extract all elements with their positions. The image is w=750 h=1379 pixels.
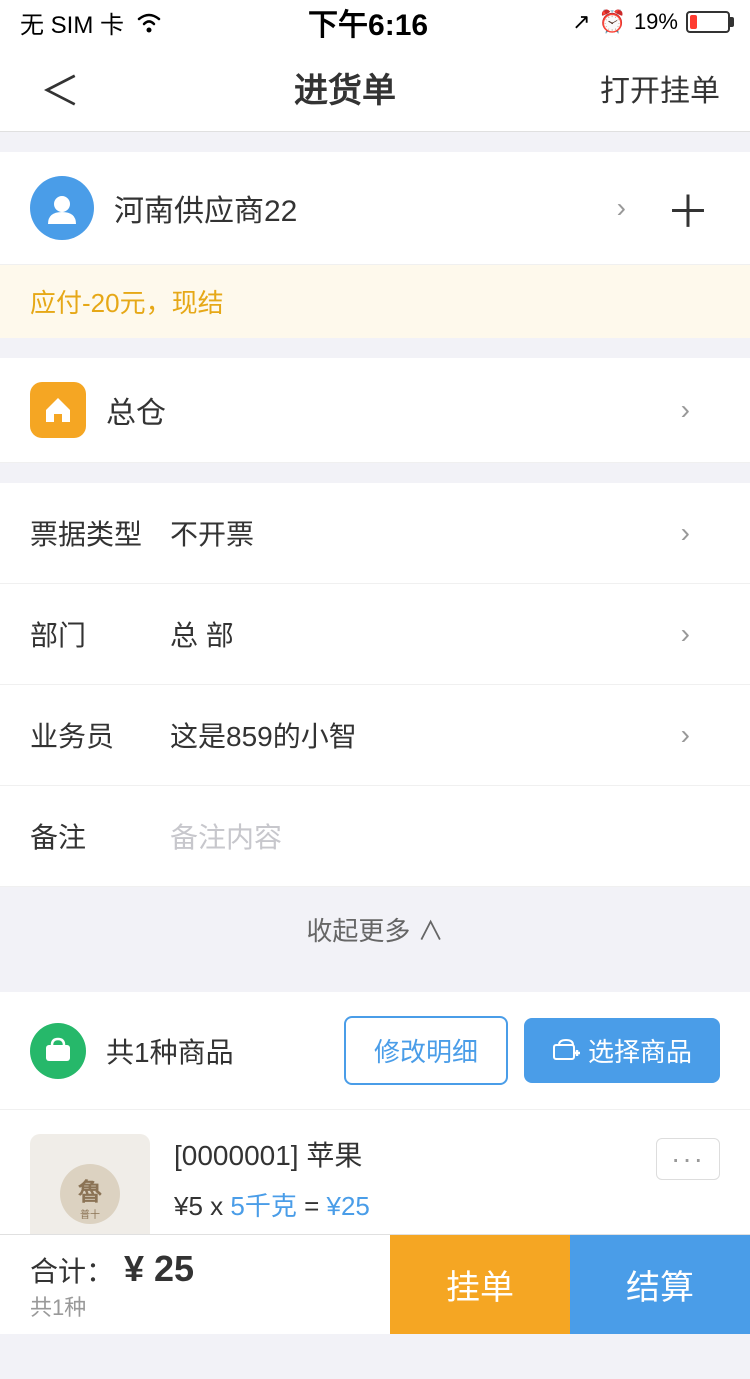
warehouse-name: 总仓 (106, 388, 681, 432)
chevron-right-icon-3: › (681, 517, 690, 549)
notice-text: 应付-20元，现结 (30, 288, 224, 318)
remark-input[interactable]: 备注内容 (170, 816, 720, 856)
supplier-row[interactable]: 河南供应商22 › ＋ (0, 152, 750, 265)
chevron-right-icon-2: › (681, 394, 690, 426)
remark-label: 备注 (30, 816, 170, 856)
cart-icon (42, 1035, 74, 1067)
suspend-button[interactable]: 挂单 (390, 1235, 570, 1334)
product-title: 苹果 (306, 1140, 362, 1171)
warehouse-card: 总仓 › (0, 358, 750, 463)
total-amount: ¥ 25 (124, 1248, 194, 1290)
page-title: 进货单 (294, 63, 396, 112)
back-button[interactable]: ＜ (30, 49, 90, 127)
supplier-card: 河南供应商22 › ＋ 应付-20元，现结 (0, 152, 750, 338)
svg-text:普十: 普十 (80, 1208, 100, 1221)
total-label: 合计： ¥ 25 (30, 1248, 360, 1290)
salesman-label: 业务员 (30, 715, 170, 755)
dept-label: 部门 (30, 614, 170, 654)
invoice-value: 不开票 (170, 513, 681, 553)
product-name: [0000001] 苹果 (174, 1134, 632, 1174)
total-price: ¥25 (327, 1191, 370, 1221)
form-card: 票据类型 不开票 › 部门 总 部 › 业务员 这是859的小智 › 备注 备注… (0, 483, 750, 887)
salesman-row[interactable]: 业务员 这是859的小智 › (0, 685, 750, 786)
wifi-icon (134, 11, 164, 33)
product-menu: ··· (656, 1134, 720, 1180)
total-section: 合计： ¥ 25 共1种 (0, 1235, 390, 1334)
product-info: [0000001] 苹果 ¥5 x 5千克 = ¥25 (174, 1134, 632, 1223)
person-icon (44, 190, 80, 226)
chevron-right-icon-5: › (681, 719, 690, 751)
home-icon (42, 394, 74, 426)
collapse-toggle[interactable]: 收起更多 ∧ (0, 887, 750, 972)
cart-add-icon (552, 1037, 580, 1065)
select-product-button[interactable]: 选择商品 (524, 1018, 720, 1083)
chevron-right-icon-4: › (681, 618, 690, 650)
products-icon (30, 1023, 86, 1079)
divider-2 (0, 338, 750, 358)
select-product-label: 选择商品 (588, 1032, 692, 1069)
product-code: [0000001] (174, 1140, 306, 1171)
collapse-label: 收起更多 ∧ (306, 911, 443, 948)
total-prefix: 合计： (30, 1250, 114, 1290)
divider-3 (0, 463, 750, 483)
divider-1 (0, 132, 750, 152)
alarm-icon: ⏰ (599, 9, 626, 35)
dept-value: 总 部 (170, 614, 681, 654)
notice-banner: 应付-20元，现结 (0, 265, 750, 338)
product-price: ¥5 x 5千克 = ¥25 (174, 1186, 632, 1223)
supplier-name: 河南供应商22 (114, 186, 617, 230)
unit-price: ¥5 x (174, 1191, 230, 1221)
warehouse-row[interactable]: 总仓 › (0, 358, 750, 463)
products-header: 共1种商品 修改明细 选择商品 (0, 992, 750, 1110)
quantity: 5千克 (230, 1191, 296, 1221)
checkout-button[interactable]: 结算 (570, 1235, 750, 1334)
more-options-button[interactable]: ··· (656, 1138, 720, 1180)
product-image: 魯 普十 (50, 1154, 130, 1234)
divider-4 (0, 972, 750, 992)
bottom-bar: 合计： ¥ 25 共1种 挂单 结算 (0, 1234, 750, 1334)
status-right: ↗ ⏰ 19% (572, 9, 730, 35)
open-pending-button[interactable]: 打开挂单 (600, 66, 720, 110)
chevron-right-icon: › (617, 192, 626, 224)
battery-percent: 19% (634, 9, 678, 35)
total-sub: 共1种 (30, 1290, 360, 1322)
status-time: 下午6:16 (308, 0, 428, 44)
carrier-label: 无 SIM 卡 (20, 5, 124, 40)
salesman-value: 这是859的小智 (170, 715, 681, 755)
invoice-row[interactable]: 票据类型 不开票 › (0, 483, 750, 584)
warehouse-icon (30, 382, 86, 438)
battery-icon (686, 11, 730, 33)
add-button[interactable]: ＋ (656, 176, 720, 240)
location-icon: ↗ (572, 9, 590, 35)
status-bar: 无 SIM 卡 下午6:16 ↗ ⏰ 19% (0, 0, 750, 44)
dept-row[interactable]: 部门 总 部 › (0, 584, 750, 685)
invoice-label: 票据类型 (30, 513, 170, 553)
status-left: 无 SIM 卡 (20, 5, 164, 40)
supplier-avatar (30, 176, 94, 240)
remark-row[interactable]: 备注 备注内容 (0, 786, 750, 887)
equals: = (304, 1191, 326, 1221)
svg-text:魯: 魯 (78, 1178, 102, 1206)
nav-bar: ＜ 进货单 打开挂单 (0, 44, 750, 132)
edit-detail-button[interactable]: 修改明细 (344, 1016, 508, 1085)
products-count: 共1种商品 (106, 1031, 344, 1071)
